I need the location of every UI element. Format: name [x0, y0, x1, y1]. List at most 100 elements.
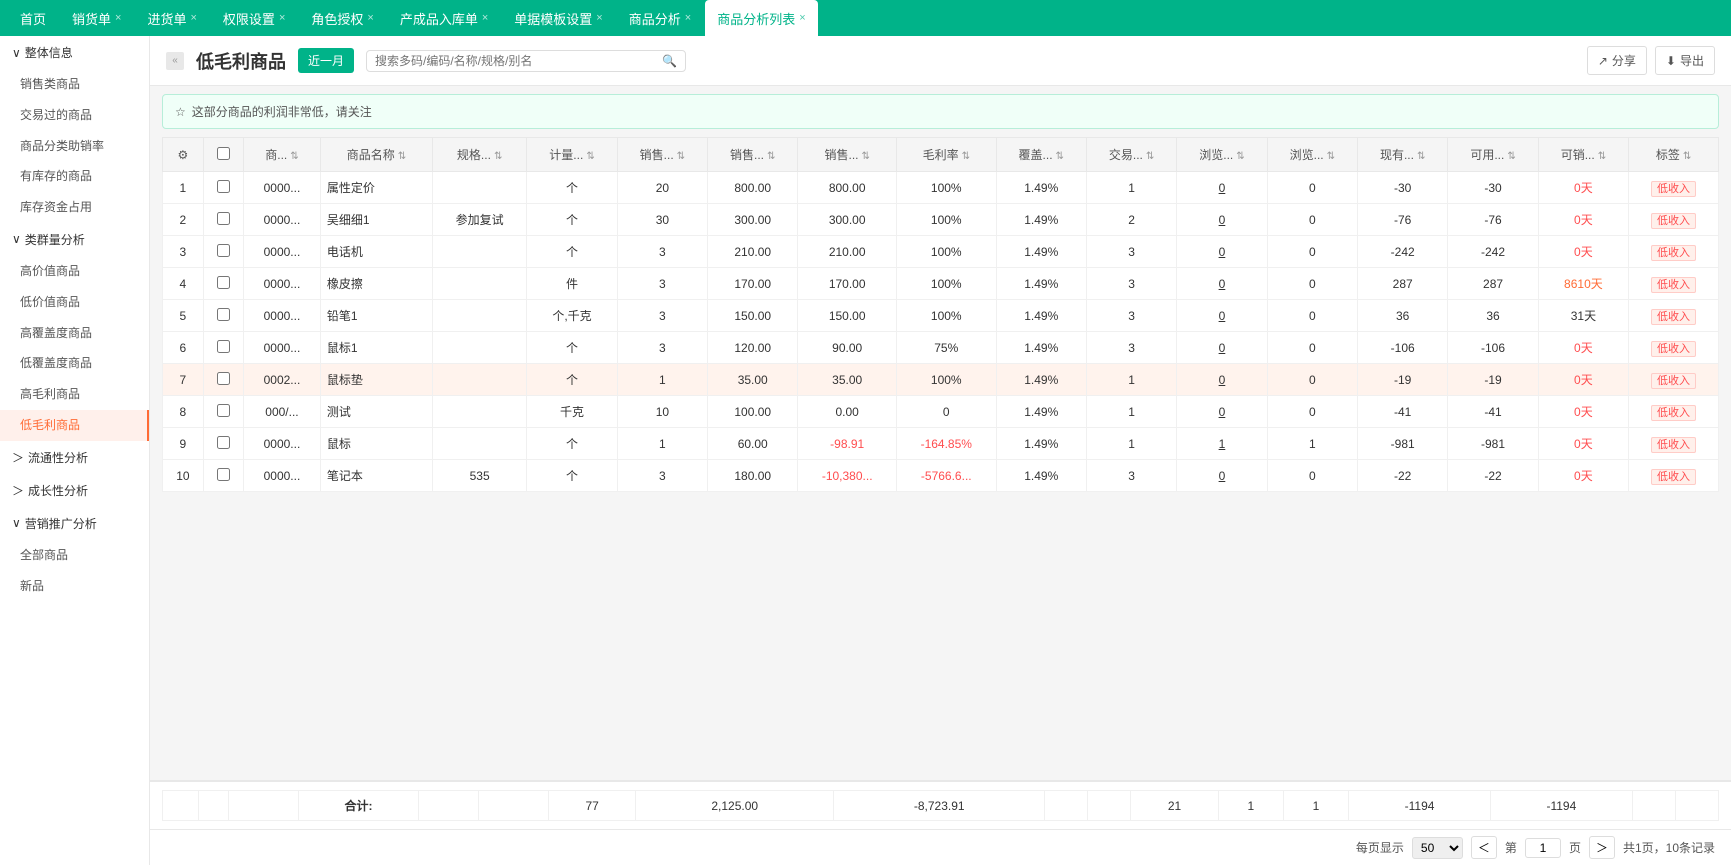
row-checkbox[interactable] [203, 396, 243, 428]
nav-home[interactable]: 首页 [8, 0, 58, 36]
nav-product-analysis[interactable]: 商品分析 × [617, 0, 703, 36]
th-code[interactable]: 商...⇅ [244, 138, 321, 172]
nav-close-icon[interactable]: × [482, 12, 488, 24]
row-checkbox[interactable] [203, 460, 243, 492]
row-sales-amount: -98.91 [798, 428, 897, 460]
nav-product-analysis-list[interactable]: 商品分析列表 × [705, 0, 817, 36]
row-select-checkbox[interactable] [217, 404, 230, 417]
sidebar-item-stock-capital[interactable]: 库存资金占用 [0, 192, 149, 223]
sidebar-item-new-goods[interactable]: 新品 [0, 571, 149, 602]
sidebar-item-low-value[interactable]: 低价值商品 [0, 287, 149, 318]
th-current-stock[interactable]: 现有...⇅ [1358, 138, 1448, 172]
nav-close-icon[interactable]: × [596, 12, 602, 24]
nav-close-icon[interactable]: × [115, 12, 121, 24]
th-unit[interactable]: 计量...⇅ [527, 138, 617, 172]
sidebar-group-marketing[interactable]: ∨ 营销推广分析 [0, 507, 149, 540]
sidebar-item-in-stock[interactable]: 有库存的商品 [0, 161, 149, 192]
sidebar-item-high-value[interactable]: 高价值商品 [0, 256, 149, 287]
row-available: -41 [1448, 396, 1538, 428]
sidebar-group-cluster[interactable]: ∨ 类群量分析 [0, 223, 149, 256]
row-checkbox[interactable] [203, 332, 243, 364]
row-select-checkbox[interactable] [217, 308, 230, 321]
row-views1[interactable]: 0 [1177, 300, 1267, 332]
row-select-checkbox[interactable] [217, 180, 230, 193]
per-page-select[interactable]: 50 20 100 [1412, 837, 1463, 859]
row-name: 属性定价 [320, 172, 432, 204]
nav-close-icon[interactable]: × [190, 12, 196, 24]
nav-close-icon[interactable]: × [279, 12, 285, 24]
th-available[interactable]: 可用...⇅ [1448, 138, 1538, 172]
nav-sales-order[interactable]: 销货单 × [60, 0, 133, 36]
sidebar-item-traded-goods[interactable]: 交易过的商品 [0, 100, 149, 131]
row-views1[interactable]: 1 [1177, 428, 1267, 460]
row-views1[interactable]: 0 [1177, 460, 1267, 492]
prev-page-button[interactable]: ＜ [1471, 836, 1497, 859]
date-filter-button[interactable]: 近一月 [298, 48, 354, 73]
row-checkbox[interactable] [203, 204, 243, 236]
sidebar-collapse-icon[interactable]: « [166, 52, 184, 70]
sidebar-item-high-coverage[interactable]: 高覆盖度商品 [0, 318, 149, 349]
row-views1[interactable]: 0 [1177, 268, 1267, 300]
row-views1[interactable]: 0 [1177, 236, 1267, 268]
nav-product-inbound[interactable]: 产成品入库单 × [388, 0, 500, 36]
row-select-checkbox[interactable] [217, 340, 230, 353]
sidebar-item-all-goods[interactable]: 全部商品 [0, 540, 149, 571]
row-views1[interactable]: 0 [1177, 204, 1267, 236]
sidebar-item-low-coverage[interactable]: 低覆盖度商品 [0, 348, 149, 379]
row-select-checkbox[interactable] [217, 212, 230, 225]
th-sales-price[interactable]: 销售...⇅ [708, 138, 798, 172]
th-gross-rate[interactable]: 毛利率⇅ [896, 138, 996, 172]
sidebar-group-overall[interactable]: ∨ 整体信息 [0, 36, 149, 69]
row-select-checkbox[interactable] [217, 276, 230, 289]
row-select-checkbox[interactable] [217, 436, 230, 449]
table-row: 6 0000... 鼠标1 个 3 120.00 90.00 75% 1.49%… [163, 332, 1719, 364]
share-button[interactable]: ↗ 分享 [1587, 46, 1647, 75]
row-select-checkbox[interactable] [217, 244, 230, 257]
row-gross-rate: 100% [896, 204, 996, 236]
row-views1[interactable]: 0 [1177, 364, 1267, 396]
row-views1[interactable]: 0 [1177, 396, 1267, 428]
th-coverage[interactable]: 覆盖...⇅ [996, 138, 1086, 172]
row-select-checkbox[interactable] [217, 468, 230, 481]
th-transactions[interactable]: 交易...⇅ [1086, 138, 1176, 172]
row-views1[interactable]: 0 [1177, 332, 1267, 364]
row-checkbox[interactable] [203, 428, 243, 460]
th-views2[interactable]: 浏览...⇅ [1267, 138, 1357, 172]
th-sellable[interactable]: 可销...⇅ [1538, 138, 1628, 172]
next-page-button[interactable]: ＞ [1589, 836, 1615, 859]
search-icon[interactable]: 🔍 [662, 54, 677, 68]
th-name[interactable]: 商品名称⇅ [320, 138, 432, 172]
th-sales-qty[interactable]: 销售...⇅ [617, 138, 707, 172]
th-views1[interactable]: 浏览...⇅ [1177, 138, 1267, 172]
th-spec[interactable]: 规格...⇅ [432, 138, 526, 172]
row-checkbox[interactable] [203, 172, 243, 204]
row-select-checkbox[interactable] [217, 372, 230, 385]
row-spec: 535 [432, 460, 526, 492]
nav-purchase-order[interactable]: 进货单 × [135, 0, 208, 36]
th-settings[interactable]: ⚙ [163, 138, 204, 172]
search-input[interactable] [375, 54, 662, 68]
row-checkbox[interactable] [203, 236, 243, 268]
sidebar-group-growth[interactable]: ＞ 成长性分析 [0, 474, 149, 507]
nav-permission[interactable]: 权限设置 × [211, 0, 297, 36]
row-checkbox[interactable] [203, 268, 243, 300]
nav-close-icon[interactable]: × [367, 12, 373, 24]
nav-template-settings[interactable]: 单据模板设置 × [502, 0, 614, 36]
nav-role-auth[interactable]: 角色授权 × [299, 0, 385, 36]
row-code: 0000... [244, 236, 321, 268]
sidebar-item-sales-goods[interactable]: 销售类商品 [0, 69, 149, 100]
sidebar-item-low-margin[interactable]: 低毛利商品 [0, 410, 149, 441]
sidebar-item-category-rate[interactable]: 商品分类助销率 [0, 131, 149, 162]
th-tag[interactable]: 标签⇅ [1629, 138, 1719, 172]
sidebar-item-high-margin[interactable]: 高毛利商品 [0, 379, 149, 410]
row-views1[interactable]: 0 [1177, 172, 1267, 204]
row-checkbox[interactable] [203, 300, 243, 332]
select-all-checkbox[interactable] [217, 147, 230, 160]
sidebar-group-circulation[interactable]: ＞ 流通性分析 [0, 441, 149, 474]
nav-close-icon[interactable]: × [685, 12, 691, 24]
th-sales-amount[interactable]: 销售...⇅ [798, 138, 897, 172]
page-input[interactable] [1525, 838, 1561, 858]
export-button[interactable]: ⬇ 导出 [1655, 46, 1715, 75]
nav-close-icon[interactable]: × [799, 12, 805, 24]
row-checkbox[interactable] [203, 364, 243, 396]
